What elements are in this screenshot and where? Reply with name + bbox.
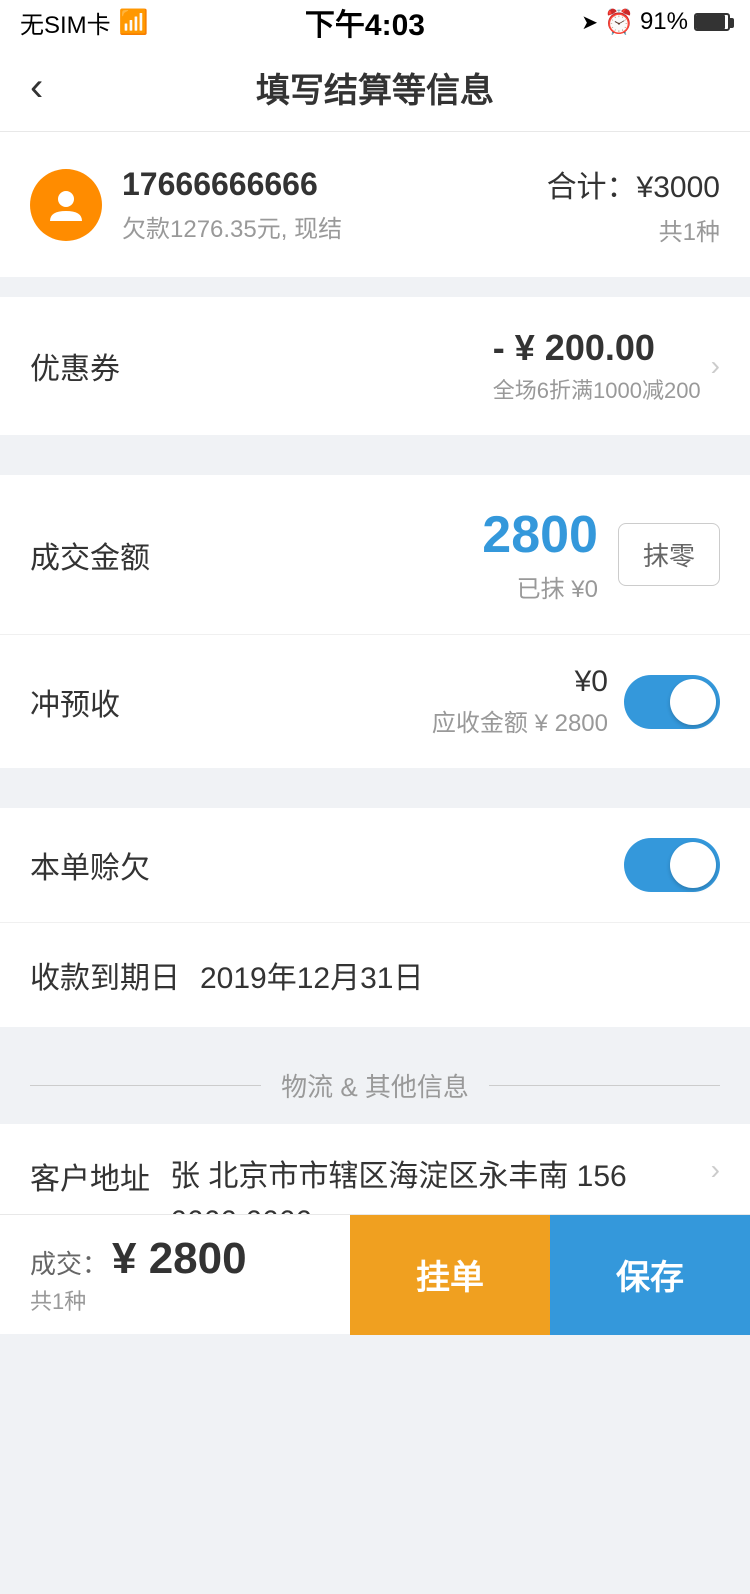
coupon-desc: 全场6折满1000减200 <box>493 373 701 405</box>
customer-left: 17666666666 欠款1276.35元, 现结 <box>30 166 342 244</box>
amount-sub: 已抹 ¥0 <box>482 569 598 604</box>
debt-label: 本单赊欠 <box>30 843 150 887</box>
round-button[interactable]: 抹零 <box>618 523 720 586</box>
footer-deal-label: 成交： <box>30 1244 108 1281</box>
logistics-title: 物流 & 其他信息 <box>281 1067 469 1104</box>
amount-value: 2800 <box>482 505 598 565</box>
prepay-value: ¥0 <box>432 665 608 699</box>
prepay-sub: 应收金额 ¥ 2800 <box>432 703 608 738</box>
duedate-row: 收款到期日 2019年12月31日 <box>0 922 750 1027</box>
coupon-info: - ¥ 200.00 全场6折满1000减200 <box>493 327 701 405</box>
coupon-right: - ¥ 200.00 全场6折满1000减200 › <box>493 327 720 405</box>
debt-row: 本单赊欠 <box>0 808 750 922</box>
logistics-line-right <box>489 1085 720 1086</box>
customer-total: 合计：¥3000 <box>547 162 720 206</box>
customer-info: 17666666666 欠款1276.35元, 现结 <box>122 166 342 244</box>
avatar <box>30 169 102 241</box>
battery-text: 91% <box>640 8 688 36</box>
page-title: 填写结算等信息 <box>256 63 494 112</box>
status-right: ➤ ⏰ 91% <box>581 8 730 37</box>
nav-bar: ‹ 填写结算等信息 <box>0 44 750 132</box>
alarm-icon: ⏰ <box>604 8 634 37</box>
prepay-row: 冲预收 ¥0 应收金额 ¥ 2800 <box>0 634 750 768</box>
footer-count: 共1种 <box>30 1284 320 1316</box>
address-chevron-icon: › <box>711 1154 720 1186</box>
prepay-toggle[interactable] <box>624 675 720 729</box>
duedate-value: 2019年12月31日 <box>200 953 423 997</box>
address-label: 客户地址 <box>30 1154 150 1198</box>
debt-toggle[interactable] <box>624 838 720 892</box>
chevron-right-icon: › <box>711 350 720 382</box>
location-icon: ➤ <box>581 10 598 35</box>
customer-card: 17666666666 欠款1276.35元, 现结 合计：¥3000 共1种 <box>0 132 750 277</box>
logistics-header: 物流 & 其他信息 <box>0 1047 750 1124</box>
prepay-right: ¥0 应收金额 ¥ 2800 <box>432 665 720 738</box>
amount-right: 2800 已抹 ¥0 抹零 <box>482 505 720 604</box>
customer-right: 合计：¥3000 共1种 <box>547 162 720 247</box>
coupon-amount: - ¥ 200.00 <box>493 327 701 369</box>
prepay-label: 冲预收 <box>30 680 120 724</box>
section-separator-3 <box>0 1027 750 1047</box>
no-sim-text: 无SIM卡 <box>20 5 111 40</box>
bottom-footer: 成交： ¥ 2800 共1种 挂单 保存 <box>0 1214 750 1334</box>
back-button[interactable]: ‹ <box>30 65 63 110</box>
footer-summary: 成交： ¥ 2800 共1种 <box>0 1234 350 1316</box>
amount-value-block: 2800 已抹 ¥0 <box>482 505 598 604</box>
customer-phone: 17666666666 <box>122 166 342 203</box>
status-time: 下午4:03 <box>305 0 425 44</box>
amount-row: 成交金额 2800 已抹 ¥0 抹零 <box>0 475 750 634</box>
save-button[interactable]: 保存 <box>550 1215 750 1335</box>
hold-button[interactable]: 挂单 <box>350 1215 550 1335</box>
prepay-value-block: ¥0 应收金额 ¥ 2800 <box>432 665 608 738</box>
duedate-label: 收款到期日 <box>30 953 180 997</box>
status-bar: 无SIM卡 📶 下午4:03 ➤ ⏰ 91% <box>0 0 750 44</box>
logistics-line-left <box>30 1085 261 1086</box>
battery-icon <box>694 13 730 31</box>
amount-label: 成交金额 <box>30 533 150 577</box>
footer-amount: ¥ 2800 <box>112 1234 247 1284</box>
section-separator-2 <box>0 768 750 788</box>
section-separator-1 <box>0 455 750 475</box>
coupon-label: 优惠券 <box>30 344 120 388</box>
coupon-row[interactable]: 优惠券 - ¥ 200.00 全场6折满1000减200 › <box>0 297 750 435</box>
customer-debt: 欠款1276.35元, 现结 <box>122 209 342 244</box>
wifi-icon: 📶 <box>119 8 149 37</box>
customer-count: 共1种 <box>547 212 720 247</box>
main-content: 17666666666 欠款1276.35元, 现结 合计：¥3000 共1种 … <box>0 132 750 1594</box>
status-left: 无SIM卡 📶 <box>20 5 149 40</box>
